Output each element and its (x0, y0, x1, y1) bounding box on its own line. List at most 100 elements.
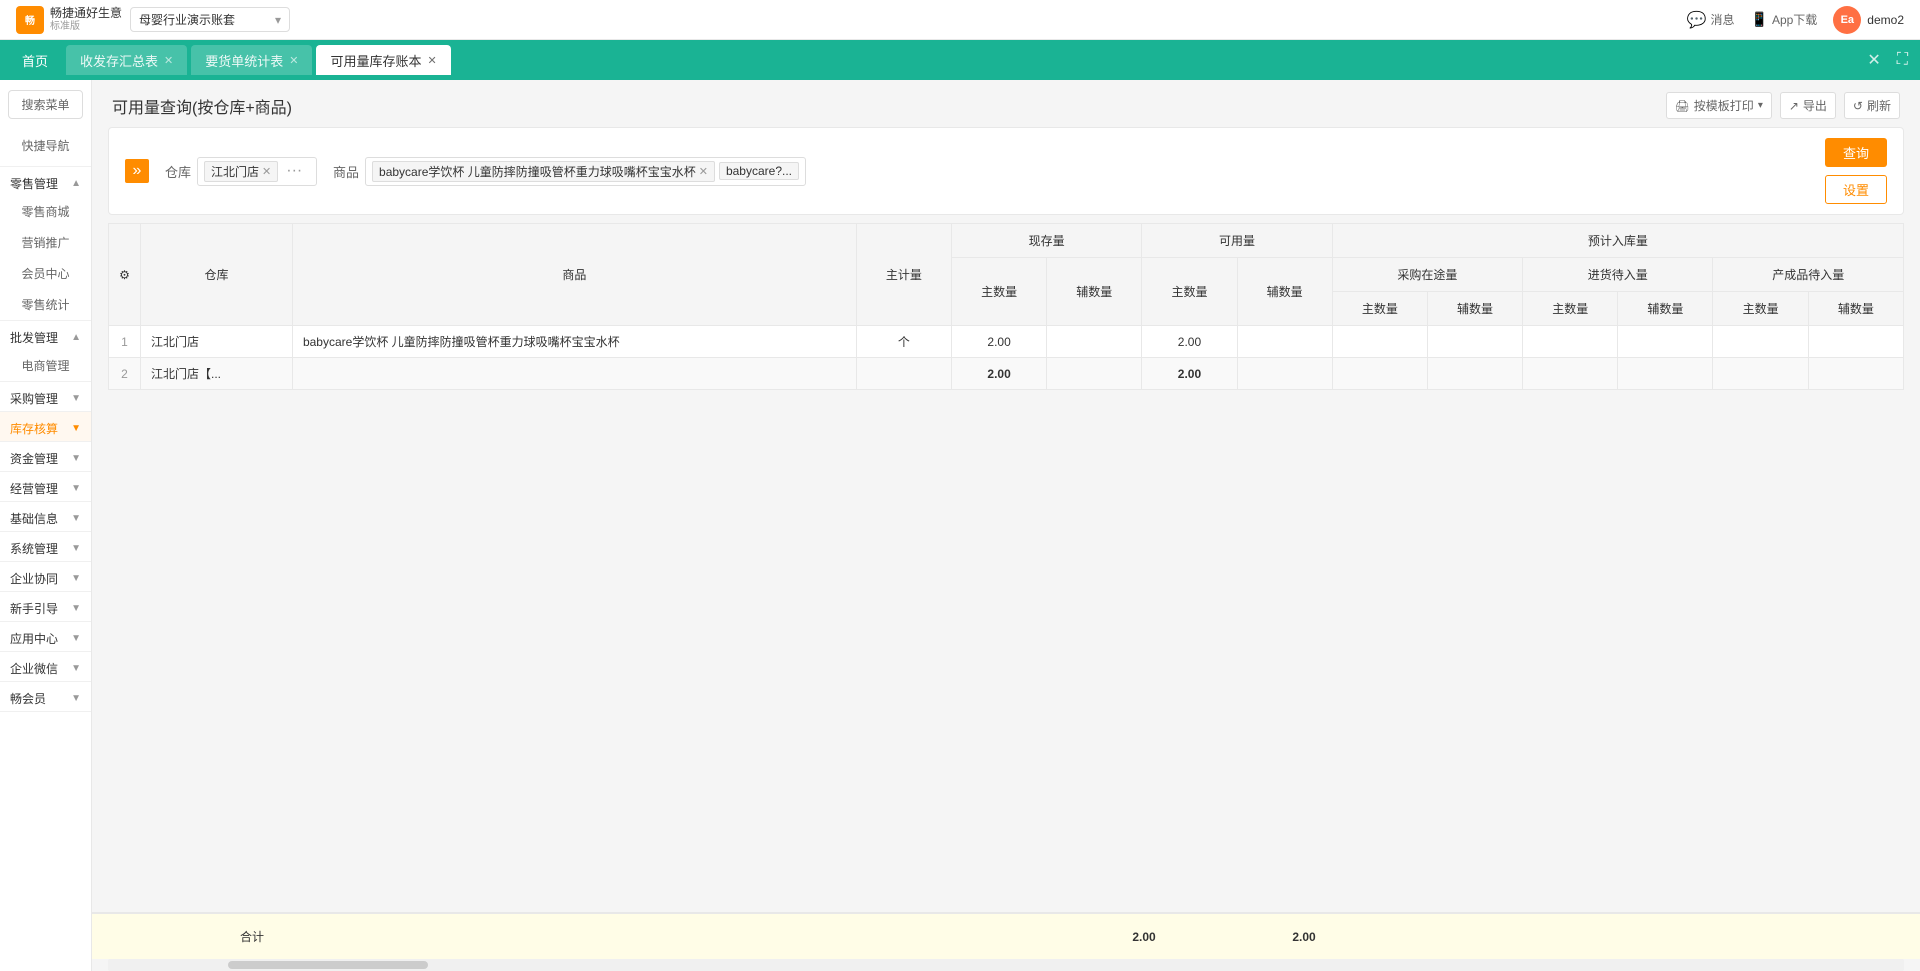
sidebar-item-member-center[interactable]: 会员中心 (0, 258, 91, 289)
top-bar-right: 💬 消息 📱 App下载 Ea demo2 (1687, 6, 1904, 34)
warehouse-filter-field: 仓库 江北门店 ✕ ··· (165, 157, 317, 186)
refresh-btn[interactable]: ↺ 刷新 (1844, 92, 1900, 119)
chevron-down-icon-print: ▾ (1758, 100, 1763, 111)
username: demo2 (1867, 13, 1904, 27)
sidebar-item-marketing[interactable]: 营销推广 (0, 227, 91, 258)
th-forecast-group: 预计入库量 (1332, 224, 1903, 258)
warehouse-tag-1: 江北门店 ✕ (204, 161, 278, 182)
tab-order-stats[interactable]: 要货单统计表 ✕ (191, 45, 312, 75)
row-1-unit: 个 (856, 326, 951, 358)
sidebar-section-apps-title[interactable]: 应用中心 ▼ (0, 622, 91, 651)
sidebar-section-system: 系统管理 ▼ (0, 532, 91, 562)
row-1-pt-aux (1427, 326, 1522, 358)
sidebar-section-inventory-title[interactable]: 库存核算 ▼ (0, 412, 91, 441)
product-tag-1: babycare学饮杯 儿童防摔防撞吸管杯重力球吸嘴杯宝宝水杯 ✕ (372, 161, 715, 182)
export-btn[interactable]: ↗ 导出 (1780, 92, 1836, 119)
product-filter-input[interactable]: babycare学饮杯 儿童防摔防撞吸管杯重力球吸嘴杯宝宝水杯 ✕ babyca… (365, 157, 806, 186)
chevron-down-icon-inventory: ▼ (71, 423, 81, 434)
product-tag-close-1[interactable]: ✕ (699, 165, 708, 178)
table-row: 1 江北门店 babycare学饮杯 儿童防摔防撞吸管杯重力球吸嘴杯宝宝水杯 个… (109, 326, 1904, 358)
sidebar-section-basic: 基础信息 ▼ (0, 502, 91, 532)
tab-receive-summary[interactable]: 收发存汇总表 ✕ (66, 45, 187, 75)
close-tab-btn[interactable]: ✕ (1863, 46, 1884, 74)
chevron-down-icon-ops: ▼ (71, 483, 81, 494)
sidebar-section-member-title[interactable]: 畅会员 ▼ (0, 682, 91, 711)
row-2-avail-aux (1237, 358, 1332, 390)
sidebar-section-collab-title[interactable]: 企业协同 ▼ (0, 562, 91, 591)
logo-icon: 畅 (16, 6, 44, 34)
th-current-aux: 辅数量 (1047, 258, 1142, 326)
sidebar-section-apps: 应用中心 ▼ (0, 622, 91, 652)
row-1-prod-main (1713, 326, 1808, 358)
settings-icon[interactable]: ⚙ (119, 268, 130, 282)
sidebar-section-finance-title[interactable]: 资金管理 ▼ (0, 442, 91, 471)
search-menu-btn[interactable]: 搜索菜单 (8, 90, 83, 119)
sidebar-item-quick-nav[interactable]: 快捷导航 (0, 129, 91, 162)
sidebar-section-inventory: 库存核算 ▼ (0, 412, 91, 442)
app-download-btn[interactable]: 📱 App下载 (1751, 11, 1818, 28)
sidebar-section-system-title[interactable]: 系统管理 ▼ (0, 532, 91, 561)
row-1-pp-aux (1618, 326, 1713, 358)
export-icon: ↗ (1789, 99, 1799, 113)
row-2-prod-main (1713, 358, 1808, 390)
table-footer: 合计 2.00 2.00 (92, 912, 1920, 959)
sidebar-section-guide-title[interactable]: 新手引导 ▼ (0, 592, 91, 621)
warehouse-tag-close[interactable]: ✕ (262, 165, 271, 178)
sidebar-item-retail-stats[interactable]: 零售统计 (0, 289, 91, 320)
tab-close-order[interactable]: ✕ (289, 54, 298, 67)
sidebar-section-retail-title[interactable]: 零售管理 ▲ (0, 167, 91, 196)
th-current-main: 主数量 (951, 258, 1046, 326)
sidebar-item-ecommerce[interactable]: 电商管理 (0, 350, 91, 381)
warehouse-filter-input[interactable]: 江北门店 ✕ ··· (197, 157, 317, 186)
tab-close-available[interactable]: ✕ (428, 54, 437, 67)
sidebar-section-wechat-title[interactable]: 企业微信 ▼ (0, 652, 91, 681)
footer-label: 合计 (230, 922, 1044, 951)
sidebar-section-finance: 资金管理 ▼ (0, 442, 91, 472)
app-name: 畅捷通好生意 (50, 6, 122, 20)
filter-actions: 查询 设置 (1825, 138, 1887, 204)
th-pp-main: 主数量 (1523, 292, 1618, 326)
tab-close-receive[interactable]: ✕ (164, 54, 173, 67)
sidebar-section-operations-title[interactable]: 经营管理 ▼ (0, 472, 91, 501)
page-actions: 🖨 按模板打印 ▾ ↗ 导出 ↺ 刷新 (1666, 92, 1900, 119)
row-2-pp-aux (1618, 358, 1713, 390)
sidebar-section-purchase-title[interactable]: 采购管理 ▼ (0, 382, 91, 411)
refresh-icon: ↺ (1853, 99, 1863, 113)
query-button[interactable]: 查询 (1825, 138, 1887, 167)
chevron-down-icon-sys: ▼ (71, 543, 81, 554)
chevron-down-icon-apps: ▼ (71, 633, 81, 644)
tab-available-stock[interactable]: 可用量库存账本 ✕ (316, 45, 450, 75)
table-area: ⚙ 仓库 商品 主计量 现存量 可用量 预计入库量 主数量 辅数量 主数量 辅数… (92, 223, 1920, 912)
th-available-group: 可用量 (1142, 224, 1332, 258)
row-2-num: 2 (109, 358, 141, 390)
footer-current-main: 2.00 (1104, 922, 1184, 951)
print-btn[interactable]: 🖨 按模板打印 ▾ (1666, 92, 1772, 119)
message-btn[interactable]: 💬 消息 (1687, 10, 1735, 30)
horizontal-scrollbar[interactable] (108, 959, 1904, 971)
filter-warehouse-more[interactable]: ··· (282, 162, 306, 180)
sidebar-item-retail-mall[interactable]: 零售商城 (0, 196, 91, 227)
footer-current-aux (1184, 922, 1264, 951)
row-2-warehouse: 江北门店【... (141, 358, 293, 390)
tab-home[interactable]: 首页 (8, 45, 62, 75)
sidebar-section-guide: 新手引导 ▼ (0, 592, 91, 622)
page-title: 可用量查询(按仓库+商品) (112, 94, 292, 118)
tab-bar-tabs: 首页 收发存汇总表 ✕ 要货单统计表 ✕ 可用量库存账本 ✕ (8, 40, 451, 80)
chevron-down-icon-guide: ▼ (71, 603, 81, 614)
sidebar-section-wholesale-title[interactable]: 批发管理 ▲ (0, 321, 91, 350)
content-area: 可用量查询(按仓库+商品) 🖨 按模板打印 ▾ ↗ 导出 ↺ 刷新 » (92, 80, 1920, 971)
fullscreen-btn[interactable]: ⛶ (1893, 47, 1912, 73)
scroll-thumb[interactable] (228, 961, 428, 969)
row-2-current-main: 2.00 (951, 358, 1046, 390)
th-settings[interactable]: ⚙ (109, 224, 141, 326)
th-pt-main: 主数量 (1332, 292, 1427, 326)
page-header: 可用量查询(按仓库+商品) 🖨 按模板打印 ▾ ↗ 导出 ↺ 刷新 (92, 80, 1920, 127)
setting-button[interactable]: 设置 (1825, 175, 1887, 204)
row-1-warehouse: 江北门店 (141, 326, 293, 358)
product-tag-2: babycare?... (719, 162, 799, 180)
sidebar-section-basic-title[interactable]: 基础信息 ▼ (0, 502, 91, 531)
filter-expand-btn[interactable]: » (125, 159, 149, 183)
warehouse-filter-label: 仓库 (165, 162, 191, 181)
chevron-down-icon-wechat: ▼ (71, 663, 81, 674)
warehouse-selector[interactable]: 母婴行业演示账套 ▾ (130, 7, 290, 32)
